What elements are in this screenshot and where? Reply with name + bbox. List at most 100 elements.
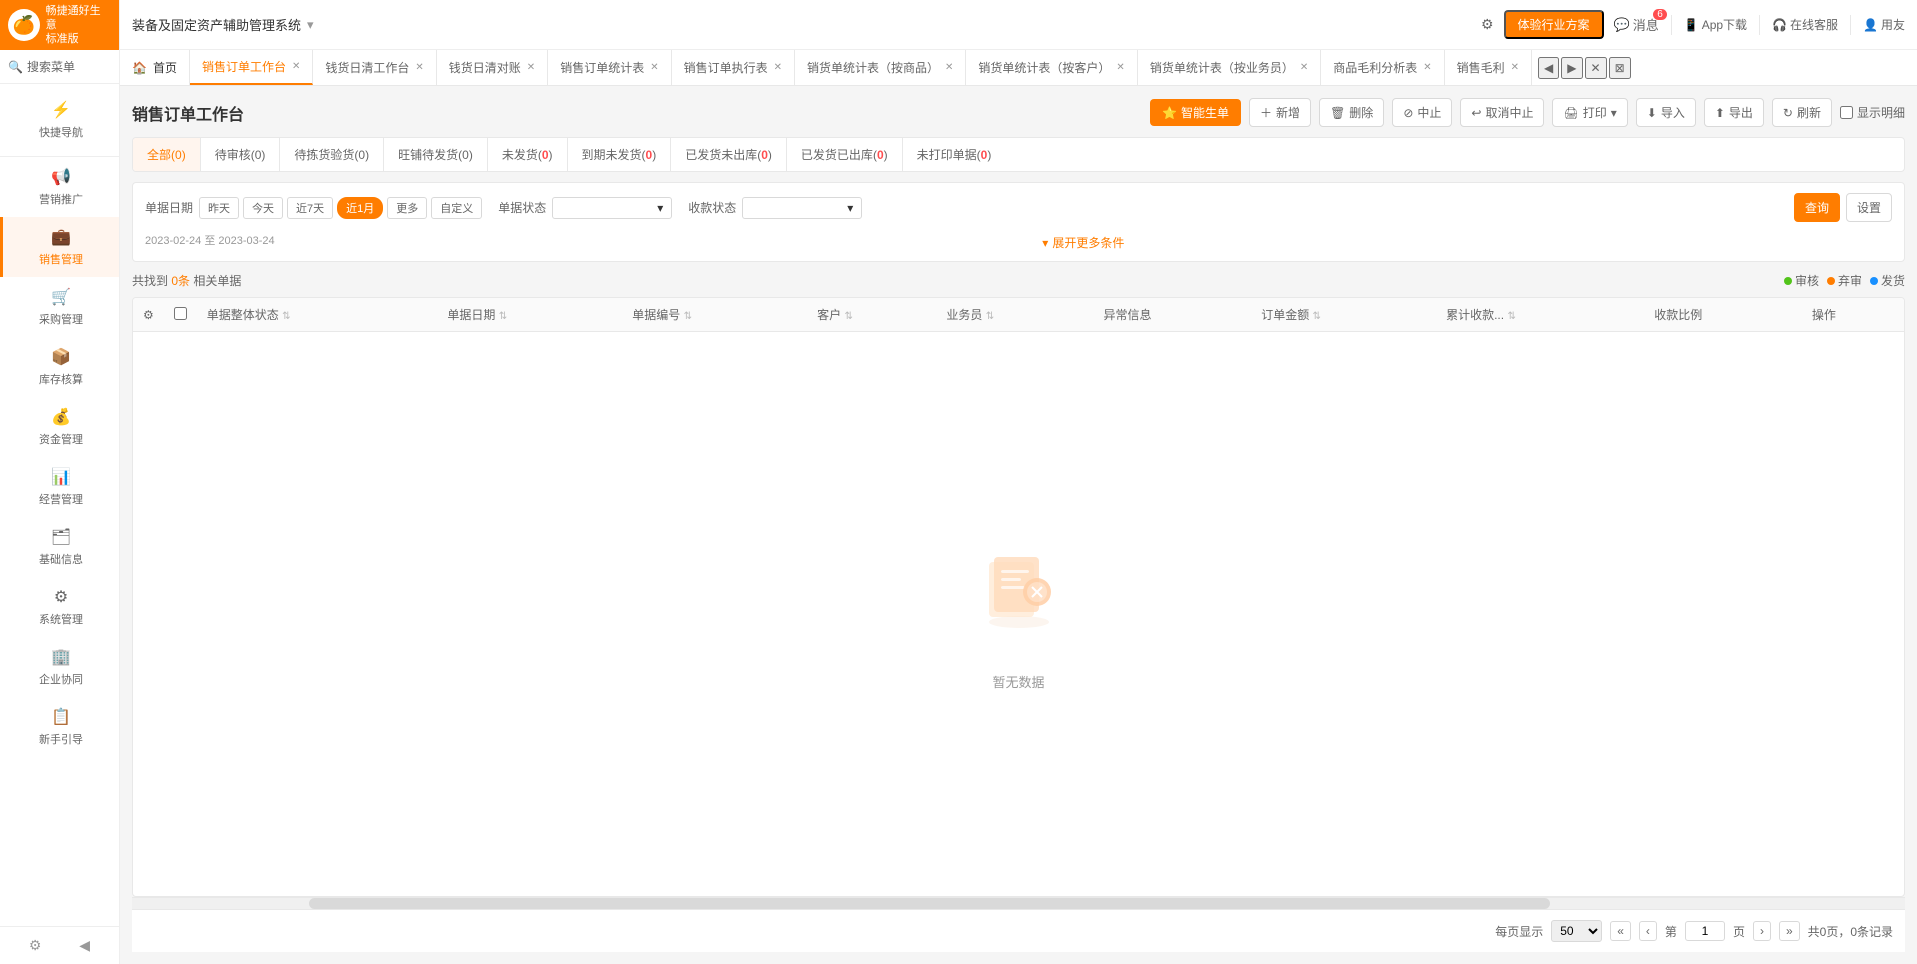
tab-close-sales-stats[interactable]: ✕ bbox=[650, 62, 658, 73]
print-btn[interactable]: 🖨 打印 ▾ bbox=[1552, 98, 1627, 127]
tab-sales-order-workbench[interactable]: 销售订单工作台 ✕ bbox=[190, 50, 313, 85]
tab-scroll-left[interactable]: ◀ bbox=[1538, 57, 1559, 79]
topbar-service[interactable]: 🎧 在线客服 bbox=[1772, 16, 1838, 33]
tab-close-current[interactable]: ✕ bbox=[1585, 57, 1607, 79]
col-settings-icon[interactable]: ⚙ bbox=[143, 308, 154, 322]
tab-close-sales-profit[interactable]: ✕ bbox=[1511, 62, 1519, 73]
tab-close-summary-customer[interactable]: ✕ bbox=[1116, 62, 1124, 73]
tab-close-cash-daily[interactable]: ✕ bbox=[415, 62, 423, 73]
add-btn[interactable]: ＋ 新增 bbox=[1249, 98, 1311, 127]
filter-tab-unprinted[interactable]: 未打印单据(0) bbox=[903, 138, 1006, 171]
sidebar-item-finance[interactable]: 💰 资金管理 bbox=[0, 397, 119, 457]
search-settings-btn[interactable]: 设置 bbox=[1846, 193, 1892, 222]
col-overall-status[interactable]: 单据整体状态 ⇅ bbox=[197, 298, 438, 332]
sidebar-item-operations[interactable]: 📊 经营管理 bbox=[0, 457, 119, 517]
tab-home[interactable]: 🏠 首页 bbox=[120, 50, 190, 85]
sidebar-search[interactable]: 🔍 搜索菜单 bbox=[0, 50, 119, 84]
refresh-btn[interactable]: ↻ 刷新 bbox=[1772, 98, 1832, 127]
col-customer[interactable]: 客户 ⇅ bbox=[807, 298, 936, 332]
page-number-input[interactable] bbox=[1685, 921, 1725, 941]
tab-close-summary-staff[interactable]: ✕ bbox=[1300, 62, 1308, 73]
last-page-btn[interactable]: » bbox=[1779, 921, 1800, 941]
import-btn[interactable]: ⬇ 导入 bbox=[1636, 98, 1696, 127]
topbar-app-download[interactable]: 📱 App下载 bbox=[1684, 16, 1747, 33]
tab-close-sales-exec[interactable]: ✕ bbox=[774, 62, 782, 73]
show-detail-input[interactable] bbox=[1840, 106, 1853, 119]
prev-page-btn[interactable]: ‹ bbox=[1639, 921, 1657, 941]
filter-tab-unshipped[interactable]: 未发货(0) bbox=[488, 138, 568, 171]
payment-select[interactable]: ▾ bbox=[742, 197, 862, 219]
date-btn-7days[interactable]: 近7天 bbox=[287, 197, 333, 219]
sidebar-item-system[interactable]: ⚙ 系统管理 bbox=[0, 577, 119, 637]
date-btn-custom[interactable]: 自定义 bbox=[431, 197, 482, 219]
cancel-stop-btn[interactable]: ↩ 取消中止 bbox=[1460, 98, 1544, 127]
col-collected[interactable]: 累计收款... ⇅ bbox=[1436, 298, 1644, 332]
tab-product-margin[interactable]: 商品毛利分析表 ✕ bbox=[1321, 50, 1444, 85]
sidebar-item-marketing-promo[interactable]: 📢 营销推广 bbox=[0, 157, 119, 217]
smart-create-btn[interactable]: ⭐ 智能生单 bbox=[1150, 99, 1241, 126]
sidebar-item-newbie[interactable]: 📋 新手引导 bbox=[0, 697, 119, 757]
sidebar-settings-btn[interactable]: ⚙ bbox=[29, 937, 42, 954]
col-staff[interactable]: 业务员 ⇅ bbox=[936, 298, 1093, 332]
status-select[interactable]: ▾ bbox=[552, 197, 672, 219]
tab-sales-summary-customer[interactable]: 销货单统计表（按客户） ✕ bbox=[966, 50, 1137, 85]
tab-sales-stats[interactable]: 销售订单统计表 ✕ bbox=[548, 50, 671, 85]
delete-btn[interactable]: 🗑 删除 bbox=[1319, 98, 1384, 127]
system-dropdown-arrow[interactable]: ▾ bbox=[307, 17, 314, 33]
export-btn[interactable]: ⬆ 导出 bbox=[1704, 98, 1764, 127]
sidebar-quick-nav[interactable]: ⚡ 快捷导航 bbox=[0, 90, 119, 150]
logo: 🍊 畅捷通好生意 标准版 bbox=[0, 0, 119, 50]
tab-cash-reconcile[interactable]: 钱货日清对账 ✕ bbox=[437, 50, 548, 85]
sidebar-item-sales-mgmt[interactable]: 💼 销售管理 bbox=[0, 217, 119, 277]
tab-sales-summary-staff[interactable]: 销货单统计表（按业务员） ✕ bbox=[1138, 50, 1321, 85]
filter-tab-shipped-out[interactable]: 已发货已出库(0) bbox=[787, 138, 903, 171]
filter-tab-pending-review[interactable]: 待审核(0) bbox=[201, 138, 281, 171]
tab-sales-exec[interactable]: 销售订单执行表 ✕ bbox=[672, 50, 795, 85]
stop-btn[interactable]: ⊘ 中止 bbox=[1392, 98, 1452, 127]
date-btn-1month[interactable]: 近1月 bbox=[337, 197, 383, 219]
tab-scroll-right[interactable]: ▶ bbox=[1561, 57, 1582, 79]
topbar-settings-icon[interactable]: ⚙ bbox=[1481, 16, 1494, 33]
sidebar-item-inventory[interactable]: 📦 库存核算 bbox=[0, 337, 119, 397]
total-records: 共0页，0条记录 bbox=[1808, 923, 1893, 940]
tab-close-all[interactable]: ⊠ bbox=[1609, 57, 1631, 79]
expand-conditions-btn[interactable]: ▾ 展开更多条件 bbox=[1042, 234, 1124, 251]
tab-cash-daily[interactable]: 钱货日清工作台 ✕ bbox=[313, 50, 436, 85]
filter-tab-overdue-unshipped[interactable]: 到期未发货(0) bbox=[568, 138, 672, 171]
first-page-btn[interactable]: « bbox=[1610, 921, 1631, 941]
tab-close-summary-product[interactable]: ✕ bbox=[945, 62, 953, 73]
query-btn[interactable]: 查询 bbox=[1794, 193, 1840, 222]
sidebar-collapse-btn[interactable]: ◀ bbox=[79, 937, 90, 954]
sidebar-item-basic-info[interactable]: 🗂 基础信息 bbox=[0, 517, 119, 577]
ship-action-btn[interactable]: 发货 bbox=[1870, 272, 1905, 289]
review-action-btn[interactable]: 审核 bbox=[1784, 272, 1819, 289]
filter-tab-all[interactable]: 全部(0) bbox=[133, 138, 201, 171]
next-page-btn[interactable]: › bbox=[1753, 921, 1771, 941]
col-date[interactable]: 单据日期 ⇅ bbox=[437, 298, 622, 332]
select-all-checkbox[interactable] bbox=[174, 307, 187, 320]
filter-tab-shipped-not-out[interactable]: 已发货未出库(0) bbox=[671, 138, 787, 171]
print-dropdown-arrow[interactable]: ▾ bbox=[1611, 106, 1617, 120]
tab-sales-summary-product[interactable]: 销货单统计表（按商品） ✕ bbox=[795, 50, 966, 85]
per-page-select[interactable]: 50 10 20 100 bbox=[1551, 920, 1602, 942]
industry-btn[interactable]: 体验行业方案 bbox=[1504, 10, 1604, 39]
date-btn-more[interactable]: 更多 bbox=[387, 197, 427, 219]
tab-close-cash-reconcile[interactable]: ✕ bbox=[527, 62, 535, 73]
tab-sales-profit[interactable]: 销售毛利 ✕ bbox=[1445, 50, 1532, 85]
sidebar-item-purchase-mgmt[interactable]: 🛒 采购管理 bbox=[0, 277, 119, 337]
filter-tab-wangpu-ship[interactable]: 旺铺待发货(0) bbox=[384, 138, 488, 171]
scroll-thumb[interactable] bbox=[309, 898, 1550, 909]
filter-tab-pending-check[interactable]: 待拣货验货(0) bbox=[280, 138, 384, 171]
cancel-review-action-btn[interactable]: 弃审 bbox=[1827, 272, 1862, 289]
col-number[interactable]: 单据编号 ⇅ bbox=[622, 298, 807, 332]
topbar-msg[interactable]: 💬 消息 6 bbox=[1614, 15, 1659, 34]
sidebar-item-enterprise[interactable]: 🏢 企业协同 bbox=[0, 637, 119, 697]
tab-close-product-margin[interactable]: ✕ bbox=[1423, 62, 1431, 73]
date-btn-today[interactable]: 今天 bbox=[243, 197, 283, 219]
tab-close-sales-order[interactable]: ✕ bbox=[292, 61, 300, 72]
date-btn-yesterday[interactable]: 昨天 bbox=[199, 197, 239, 219]
show-detail-checkbox[interactable]: 显示明细 bbox=[1840, 104, 1905, 121]
horizontal-scrollbar[interactable] bbox=[132, 897, 1905, 909]
topbar-user[interactable]: 👤 用友 bbox=[1863, 16, 1905, 33]
col-amount[interactable]: 订单金额 ⇅ bbox=[1251, 298, 1436, 332]
